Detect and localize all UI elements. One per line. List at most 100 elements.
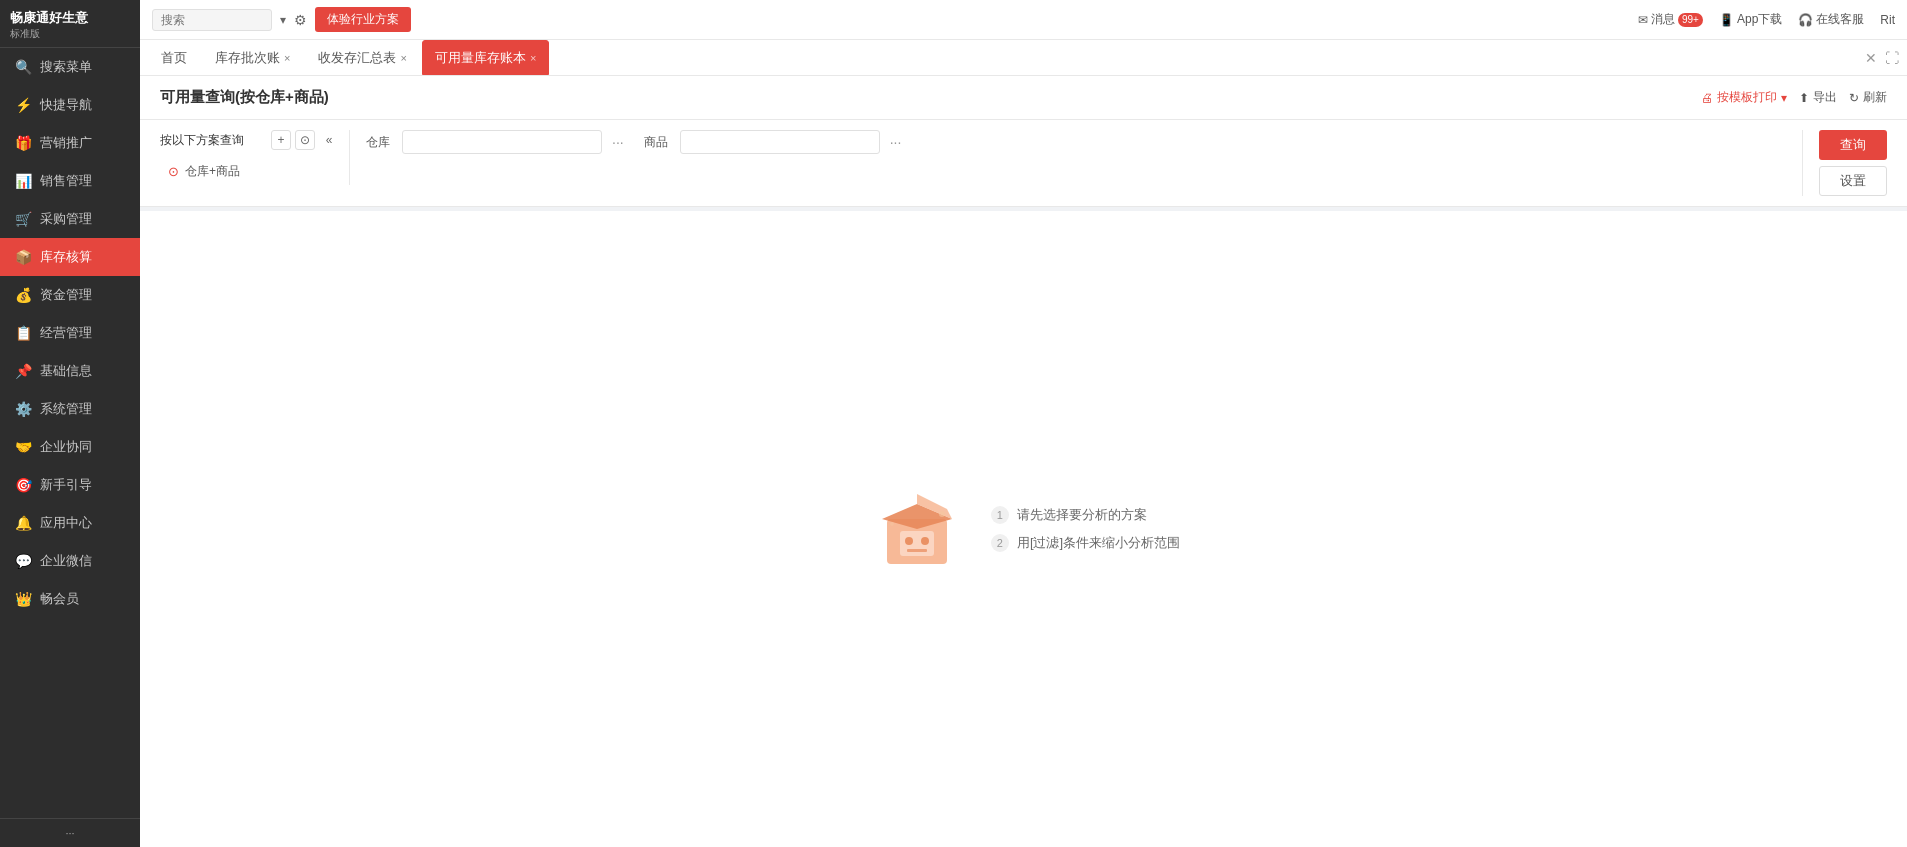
- sidebar-item-label: 经营管理: [40, 324, 92, 342]
- message-label: 消息: [1651, 11, 1675, 28]
- sidebar-item-purchase[interactable]: 🛒 采购管理: [0, 200, 140, 238]
- sidebar-item-label: 畅会员: [40, 590, 79, 608]
- cart-icon: 🛒: [14, 210, 32, 228]
- svg-point-7: [939, 511, 945, 517]
- filter-schemes-title: 按以下方案查询: [160, 132, 244, 149]
- sidebar-item-inventory[interactable]: 📦 库存核算: [0, 238, 140, 276]
- gear-icon: ⚙️: [14, 400, 32, 418]
- topbar-search-input[interactable]: [152, 9, 272, 31]
- export-icon: ⬆: [1799, 91, 1809, 105]
- topbar-right: ✉ 消息 99+ 📱 App下载 🎧 在线客服 Rit: [1638, 11, 1895, 28]
- action-buttons: 查询 设置: [1802, 130, 1887, 196]
- refresh-button[interactable]: ↻ 刷新: [1849, 89, 1887, 106]
- dropdown-arrow-icon[interactable]: ▾: [280, 13, 286, 27]
- sidebar-item-marketing[interactable]: 🎁 营销推广: [0, 124, 140, 162]
- sidebar-item-wechat[interactable]: 💬 企业微信: [0, 542, 140, 580]
- headset-icon: 🎧: [1798, 13, 1813, 27]
- sidebar-item-label: 资金管理: [40, 286, 92, 304]
- sidebar-item-label: 营销推广: [40, 134, 92, 152]
- empty-tip-2: 2 用[过滤]条件来缩小分析范围: [991, 534, 1180, 552]
- filter-area: 按以下方案查询 + ⊙ « ⊙ 仓库+商品 仓库: [140, 120, 1907, 207]
- printer-icon: 🖨: [1701, 91, 1713, 105]
- settings-icon[interactable]: ⚙: [294, 12, 307, 28]
- tab-label: 可用量库存账本: [435, 49, 526, 67]
- export-button[interactable]: ⬆ 导出: [1799, 89, 1837, 106]
- collapse-button[interactable]: «: [319, 130, 339, 150]
- tab-summary[interactable]: 收发存汇总表 ×: [305, 40, 419, 75]
- topbar: ▾ ⚙ 体验行业方案 ✉ 消息 99+ 📱 App下载 🎧 在线客服 Rit: [140, 0, 1907, 40]
- tab-label: 收发存汇总表: [318, 49, 396, 67]
- app-tag: 标准版: [10, 27, 130, 41]
- app-download-label: App下载: [1737, 11, 1782, 28]
- export-label: 导出: [1813, 89, 1837, 106]
- sidebar-item-system[interactable]: ⚙️ 系统管理: [0, 390, 140, 428]
- sidebar-item-appstore[interactable]: 🔔 应用中心: [0, 504, 140, 542]
- sidebar-item-label: 搜索菜单: [40, 58, 92, 76]
- sidebar-item-management[interactable]: 📋 经营管理: [0, 314, 140, 352]
- filter-schemes-panel: 按以下方案查询 + ⊙ « ⊙ 仓库+商品: [160, 130, 350, 185]
- tab-label: 库存批次账: [215, 49, 280, 67]
- tab-available-qty[interactable]: 可用量库存账本 ×: [422, 40, 549, 75]
- svg-rect-3: [900, 531, 934, 556]
- tab-home[interactable]: 首页: [148, 40, 200, 75]
- empty-illustration: [867, 479, 967, 579]
- print-dropdown-icon[interactable]: ▾: [1781, 91, 1787, 105]
- sidebar-item-label: 系统管理: [40, 400, 92, 418]
- empty-tip-2-text: 用[过滤]条件来缩小分析范围: [1017, 534, 1180, 552]
- tab-home-label: 首页: [161, 49, 187, 67]
- scheme-item[interactable]: ⊙ 仓库+商品: [160, 158, 339, 185]
- message-button[interactable]: ✉ 消息 99+: [1638, 11, 1703, 28]
- edit-scheme-button[interactable]: ⊙: [295, 130, 315, 150]
- sidebar-item-label: 快捷导航: [40, 96, 92, 114]
- empty-inner: 1 请先选择要分析的方案 2 用[过滤]条件来缩小分析范围: [867, 479, 1180, 579]
- money-icon: 💰: [14, 286, 32, 304]
- goods-input[interactable]: [680, 130, 880, 154]
- sidebar-item-label: 库存核算: [40, 248, 92, 266]
- column-settings-button[interactable]: 设置: [1819, 166, 1887, 196]
- scheme-label: 仓库+商品: [185, 163, 240, 180]
- sidebar-item-member[interactable]: 👑 畅会员: [0, 580, 140, 618]
- chat-icon: 💬: [14, 552, 32, 570]
- sidebar-nav: 🔍 搜索菜单 ⚡ 快捷导航 🎁 营销推广 📊 销售管理 🛒 采购管理 📦 库存核…: [0, 48, 140, 818]
- phone-icon: 📱: [1719, 13, 1734, 27]
- empty-svg: [867, 479, 967, 579]
- filter-schemes-header: 按以下方案查询 + ⊙ «: [160, 130, 339, 150]
- tab-close-icon[interactable]: ×: [400, 52, 406, 64]
- sidebar-item-sales[interactable]: 📊 销售管理: [0, 162, 140, 200]
- target-icon: 🎯: [14, 476, 32, 494]
- user-label: Rit: [1880, 13, 1895, 27]
- add-scheme-button[interactable]: +: [271, 130, 291, 150]
- sidebar-item-basic[interactable]: 📌 基础信息: [0, 352, 140, 390]
- sidebar-item-collab[interactable]: 🤝 企业协同: [0, 428, 140, 466]
- goods-label: 商品: [644, 134, 674, 151]
- goods-more-icon[interactable]: ···: [886, 134, 906, 150]
- sidebar-item-guide[interactable]: 🎯 新手引导: [0, 466, 140, 504]
- service-button[interactable]: 🎧 在线客服: [1798, 11, 1864, 28]
- sidebar-item-quicknav[interactable]: ⚡ 快捷导航: [0, 86, 140, 124]
- query-button[interactable]: 查询: [1819, 130, 1887, 160]
- sidebar-bottom: ···: [0, 818, 140, 847]
- print-button[interactable]: 🖨 按模板打印 ▾: [1701, 89, 1787, 106]
- warehouse-input[interactable]: [402, 130, 602, 154]
- sidebar-item-label: 企业协同: [40, 438, 92, 456]
- warehouse-more-icon[interactable]: ···: [608, 134, 628, 150]
- service-label: 在线客服: [1816, 11, 1864, 28]
- sidebar-item-finance[interactable]: 💰 资金管理: [0, 276, 140, 314]
- filter-row-1: 仓库 ··· 商品 ···: [366, 130, 1790, 154]
- sidebar: 畅康通好生意 标准版 🔍 搜索菜单 ⚡ 快捷导航 🎁 营销推广 📊 销售管理 🛒…: [0, 0, 140, 847]
- box-icon: 📦: [14, 248, 32, 266]
- crown-icon: 👑: [14, 590, 32, 608]
- tab-close-icon[interactable]: ×: [530, 52, 536, 64]
- trial-button[interactable]: 体验行业方案: [315, 7, 411, 32]
- tabs-bar: 首页 库存批次账 × 收发存汇总表 × 可用量库存账本 × ✕ ⛶: [140, 40, 1907, 76]
- tab-close-icon[interactable]: ×: [284, 52, 290, 64]
- refresh-icon: ↻: [1849, 91, 1859, 105]
- user-menu[interactable]: Rit: [1880, 13, 1895, 27]
- expand-icon[interactable]: ⛶: [1885, 50, 1899, 66]
- app-download-button[interactable]: 📱 App下载: [1719, 11, 1782, 28]
- sidebar-item-search[interactable]: 🔍 搜索菜单: [0, 48, 140, 86]
- close-all-tabs-icon[interactable]: ✕: [1865, 50, 1877, 66]
- tab-batch-ledger[interactable]: 库存批次账 ×: [202, 40, 303, 75]
- handshake-icon: 🤝: [14, 438, 32, 456]
- scheme-icon: ⊙: [168, 164, 179, 179]
